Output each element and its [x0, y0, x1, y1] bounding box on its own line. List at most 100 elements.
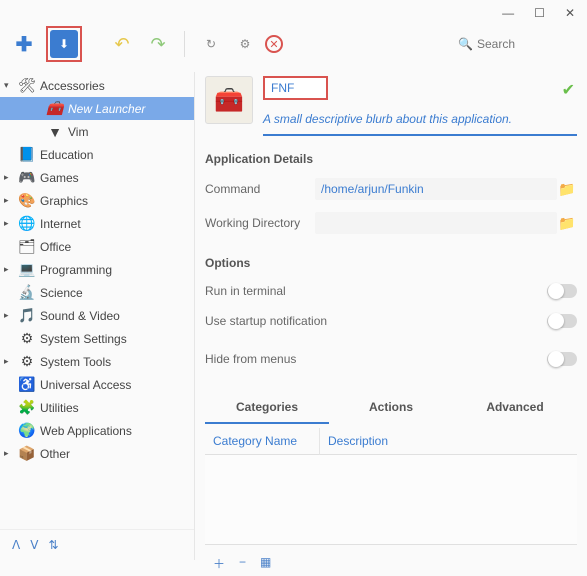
sidebar-item-new-launcher[interactable]: 🧰New Launcher: [0, 97, 194, 120]
sidebar-item-label: Education: [40, 148, 93, 162]
titlebar: — ☐ ✕: [0, 0, 587, 22]
expand-arrow-icon: ▸: [4, 310, 14, 321]
wd-label: Working Directory: [205, 216, 315, 230]
category-tree: ▾🛠Accessories🧰New Launcher▼Vim 📘 Education…: [0, 72, 194, 529]
sidebar-item-sound-video[interactable]: ▸ 🎵 Sound & Video: [0, 304, 194, 327]
category-icon: 🔬: [18, 284, 36, 302]
opt-startup-label: Use startup notification: [205, 314, 547, 328]
category-icon: 🌐: [18, 215, 36, 233]
expand-arrow-icon: ▾: [4, 80, 14, 91]
sidebar-item-system-settings[interactable]: ⚙System Settings: [0, 327, 194, 350]
sidebar-item-label: Utilities: [40, 401, 79, 415]
refresh-button[interactable]: ↻: [197, 30, 225, 58]
category-clear-button[interactable]: ▦: [260, 555, 271, 572]
launcher-name-input[interactable]: [263, 76, 328, 100]
expand-arrow-icon: ▸: [4, 448, 14, 459]
tab-advanced[interactable]: Advanced: [453, 392, 577, 424]
sidebar-item-label: Office: [40, 240, 71, 254]
sidebar-item-label: Games: [40, 171, 79, 185]
move-up-button[interactable]: ᐱ: [12, 538, 20, 552]
sidebar-item-label: Internet: [40, 217, 81, 231]
sidebar-item-vim[interactable]: ▼Vim: [0, 120, 194, 143]
category-icon: ⚙: [18, 353, 36, 371]
expand-arrow-icon: ▸: [4, 195, 14, 206]
command-browse-icon[interactable]: 📁: [557, 181, 577, 198]
undo-button[interactable]: ↶: [108, 30, 136, 58]
sidebar-item-science[interactable]: 🔬 Science: [0, 281, 194, 304]
execute-button[interactable]: ⚙: [231, 30, 259, 58]
sidebar-item-label: Sound & Video: [40, 309, 120, 323]
toolbar: ✚ ⬇ ↶ ↷ ↻ ⚙ ✕ 🔍: [0, 22, 587, 72]
move-down-button[interactable]: ᐯ: [30, 538, 38, 552]
close-button[interactable]: ✕: [565, 6, 575, 20]
app-icon[interactable]: 🧰: [205, 76, 253, 124]
sidebar-item-graphics[interactable]: ▸🎨Graphics: [0, 189, 194, 212]
category-icon: ♿: [18, 376, 36, 394]
category-icon: 📦: [18, 445, 36, 463]
wd-input[interactable]: [315, 212, 557, 234]
search-box[interactable]: 🔍: [458, 37, 577, 51]
command-input[interactable]: /home/arjun/Funkin: [315, 178, 557, 200]
sidebar-item-programming[interactable]: ▸ 💻 Programming: [0, 258, 194, 281]
maximize-button[interactable]: ☐: [534, 6, 545, 20]
sidebar-item-internet[interactable]: ▸ 🌐 Internet: [0, 212, 194, 235]
opt-terminal-label: Run in terminal: [205, 284, 547, 298]
sidebar-item-office[interactable]: 🗂Office: [0, 235, 194, 258]
toolbar-divider: [184, 31, 185, 57]
category-icon: 🎨: [18, 192, 36, 210]
ok-icon: ✔: [562, 80, 575, 100]
opt-startup-toggle[interactable]: [547, 314, 577, 328]
expand-arrow-icon: ▸: [4, 218, 14, 229]
category-icon: 💻: [18, 261, 36, 279]
sidebar-item-label: New Launcher: [68, 102, 145, 116]
opt-hide-label: Hide from menus: [205, 352, 547, 366]
category-icon: 🌍: [18, 422, 36, 440]
sidebar-item-education[interactable]: 📘 Education: [0, 143, 194, 166]
sidebar-item-universal-access[interactable]: ♿ Universal Access: [0, 373, 194, 396]
sidebar-item-label: Web Applications: [40, 424, 132, 438]
category-remove-button[interactable]: −: [239, 555, 246, 572]
sidebar-item-games[interactable]: ▸🎮Games: [0, 166, 194, 189]
save-button-highlight: ⬇: [46, 26, 82, 62]
sidebar-item-utilities[interactable]: 🧩 Utilities: [0, 396, 194, 419]
add-button[interactable]: ✚: [10, 30, 38, 58]
launcher-description[interactable]: A small descriptive blurb about this app…: [263, 112, 577, 136]
col-description[interactable]: Description: [320, 428, 577, 455]
expand-arrow-icon: ▸: [4, 172, 14, 183]
category-icon: ▼: [46, 123, 64, 141]
col-category-name[interactable]: Category Name: [205, 428, 320, 455]
sort-button[interactable]: ⇅: [48, 538, 58, 552]
save-button[interactable]: ⬇: [50, 30, 78, 58]
delete-button[interactable]: ✕: [265, 35, 283, 53]
opt-hide-toggle[interactable]: [547, 352, 577, 366]
wd-browse-icon[interactable]: 📁: [557, 215, 577, 232]
sidebar-item-web-applications[interactable]: 🌍 Web Applications: [0, 419, 194, 442]
tab-categories[interactable]: Categories: [205, 392, 329, 424]
search-input[interactable]: [477, 37, 577, 51]
category-add-button[interactable]: ＋: [213, 555, 225, 572]
expand-arrow-icon: ▸: [4, 356, 14, 367]
category-icon: 📘: [18, 146, 36, 164]
sidebar-item-label: System Tools: [40, 355, 111, 369]
sidebar: ▾🛠Accessories🧰New Launcher▼Vim 📘 Education…: [0, 72, 195, 560]
sidebar-item-accessories[interactable]: ▾🛠Accessories: [0, 74, 194, 97]
minimize-button[interactable]: —: [502, 6, 514, 20]
sidebar-item-label: Accessories: [40, 79, 105, 93]
category-toolbar: ＋ − ▦: [205, 545, 577, 576]
tab-actions[interactable]: Actions: [329, 392, 453, 424]
command-label: Command: [205, 182, 315, 196]
category-table-header: Category Name Description: [205, 428, 577, 455]
sidebar-item-label: Science: [40, 286, 83, 300]
sidebar-item-label: Programming: [40, 263, 112, 277]
sidebar-item-system-tools[interactable]: ▸ ⚙ System Tools: [0, 350, 194, 373]
opt-terminal-toggle[interactable]: [547, 284, 577, 298]
category-icon: ⚙: [18, 330, 36, 348]
expand-arrow-icon: ▸: [4, 264, 14, 275]
sidebar-item-label: Universal Access: [40, 378, 131, 392]
content-panel: 🧰 ✔ A small descriptive blurb about this…: [195, 72, 587, 560]
category-icon: 🎵: [18, 307, 36, 325]
redo-button[interactable]: ↷: [144, 30, 172, 58]
options-header: Options: [205, 256, 577, 270]
category-icon: 🧩: [18, 399, 36, 417]
sidebar-item-other[interactable]: ▸📦Other: [0, 442, 194, 465]
